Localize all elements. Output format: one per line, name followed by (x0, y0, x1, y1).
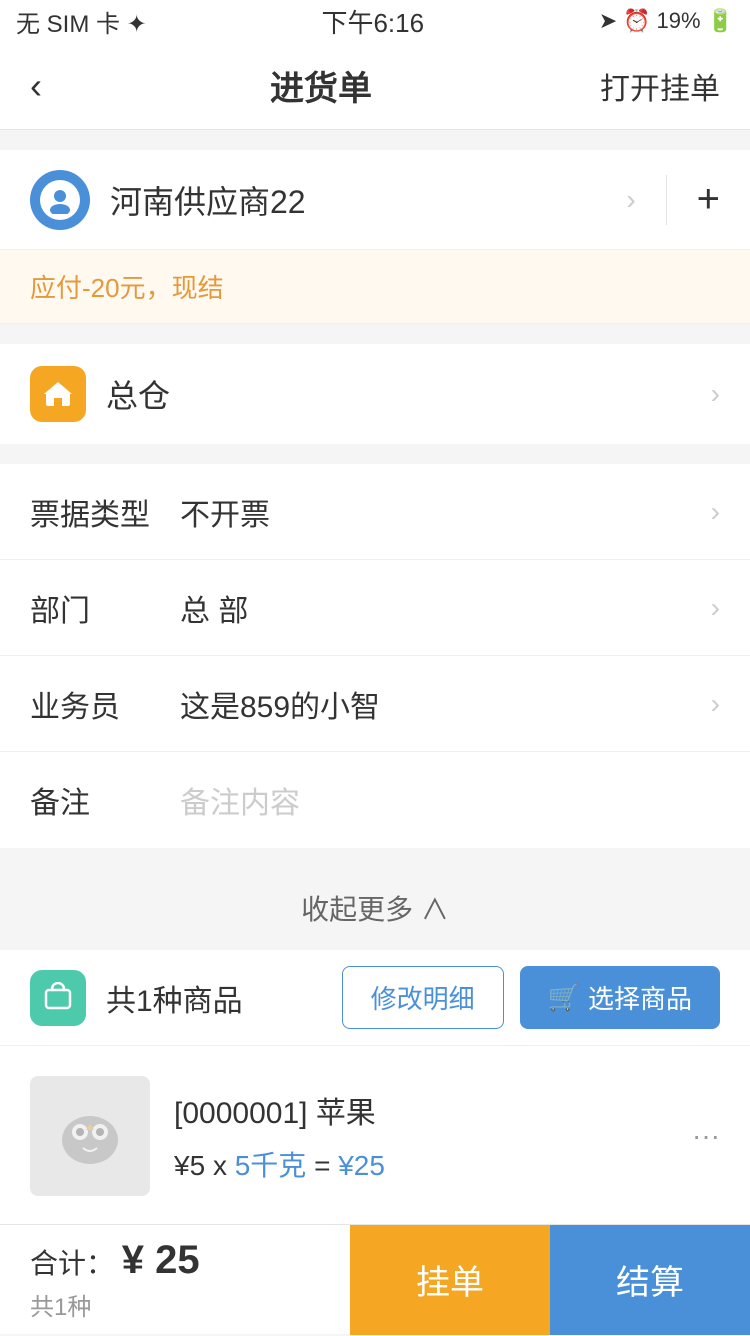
more-options-button[interactable]: ··· (692, 1120, 720, 1152)
select-product-button[interactable]: 🛒 选择商品 (520, 966, 720, 1029)
quantity: 5千克 (235, 1150, 307, 1181)
salesman-label: 业务员 (30, 682, 170, 726)
chevron-right-icon: › (626, 184, 635, 216)
total-count: 共1种 (30, 1287, 320, 1322)
product-price-row: ¥5 x 5千克 = ¥25 (174, 1144, 668, 1184)
form-row-remark[interactable]: 备注 备注内容 (0, 752, 750, 848)
total-amount: ¥ 25 (122, 1238, 200, 1282)
divider (666, 175, 667, 225)
unit-price: ¥5 (174, 1150, 205, 1181)
product-title: 苹果 (316, 1097, 376, 1130)
form-row-dept[interactable]: 部门 总 部 › (0, 560, 750, 656)
total-label: 合计： (30, 1248, 114, 1279)
remark-label: 备注 (30, 778, 170, 822)
equals-sign: = (314, 1150, 338, 1181)
product-count: 共1种商品 (106, 976, 342, 1020)
cart-icon: 🛒 (548, 982, 580, 1013)
checkout-button[interactable]: 结算 (550, 1225, 750, 1335)
product-actions: 修改明细 🛒 选择商品 (342, 966, 720, 1029)
select-product-label: 选择商品 (588, 979, 692, 1016)
edit-detail-button[interactable]: 修改明细 (342, 966, 504, 1029)
avatar-icon (40, 180, 80, 220)
total-row: 合计： ¥ 25 (30, 1238, 320, 1283)
warehouse-section[interactable]: 总仓 › (0, 344, 750, 444)
form-section: 票据类型 不开票 › 部门 总 部 › 业务员 这是859的小智 › 备注 备注… (0, 464, 750, 848)
gap-1 (0, 130, 750, 150)
dept-value: 总 部 (170, 586, 711, 630)
chevron-right-icon: › (711, 592, 720, 624)
nav-bar: ‹ 进货单 打开挂单 (0, 42, 750, 130)
product-code: [0000001] (174, 1097, 307, 1130)
back-button[interactable]: ‹ (30, 65, 42, 107)
chevron-right-icon: › (711, 378, 720, 410)
supplier-section[interactable]: 河南供应商22 › + (0, 150, 750, 250)
battery-status: 19% (657, 8, 701, 34)
add-supplier-button[interactable]: + (697, 177, 720, 222)
status-bar: 无 SIM 卡 ✦ 下午6:16 ➤ ⏰ 19% 🔋 (0, 0, 750, 42)
product-name: [0000001] 苹果 (174, 1088, 668, 1132)
status-right: ➤ ⏰ 19% 🔋 (599, 8, 734, 34)
battery-icon: 🔋 (707, 8, 734, 34)
product-item: [0000001] 苹果 ¥5 x 5千克 = ¥25 ··· (0, 1046, 750, 1226)
status-left: 无 SIM 卡 ✦ (16, 4, 147, 39)
salesman-value: 这是859的小智 (170, 682, 711, 726)
page-title: 进货单 (270, 61, 372, 110)
notice-bar: 应付-20元，现结 (0, 250, 750, 324)
product-thumbnail (30, 1076, 150, 1196)
supplier-actions: › + (626, 175, 720, 225)
location-icon: ➤ (599, 8, 617, 34)
status-time: 下午6:16 (321, 3, 424, 40)
bottom-bar: 合计： ¥ 25 共1种 挂单 结算 (0, 1224, 750, 1334)
form-row-salesman[interactable]: 业务员 这是859的小智 › (0, 656, 750, 752)
supplier-name: 河南供应商22 (110, 177, 626, 223)
supplier-avatar (30, 170, 90, 230)
collapse-row[interactable]: 收起更多 ∧ (0, 868, 750, 948)
chevron-right-icon: › (711, 688, 720, 720)
dept-label: 部门 (30, 586, 170, 630)
sim-status: 无 SIM 卡 ✦ (16, 4, 147, 39)
product-info: [0000001] 苹果 ¥5 x 5千克 = ¥25 (174, 1088, 668, 1184)
product-section-icon (30, 970, 86, 1026)
total-price: ¥25 (338, 1150, 385, 1181)
open-pending-button[interactable]: 打开挂单 (600, 64, 720, 108)
invoice-value: 不开票 (170, 490, 711, 534)
invoice-label: 票据类型 (30, 490, 170, 534)
warehouse-icon (30, 366, 86, 422)
alarm-icon: ⏰ (623, 8, 650, 34)
total-section: 合计： ¥ 25 共1种 (0, 1238, 350, 1322)
form-row-invoice[interactable]: 票据类型 不开票 › (0, 464, 750, 560)
product-header: 共1种商品 修改明细 🛒 选择商品 (0, 950, 750, 1046)
remark-input[interactable]: 备注内容 (170, 778, 720, 822)
collapse-label: 收起更多 ∧ (301, 888, 449, 928)
multiply-sign: x (213, 1150, 235, 1181)
warehouse-name: 总仓 (106, 371, 711, 417)
hang-order-button[interactable]: 挂单 (350, 1225, 550, 1335)
chevron-right-icon: › (711, 496, 720, 528)
